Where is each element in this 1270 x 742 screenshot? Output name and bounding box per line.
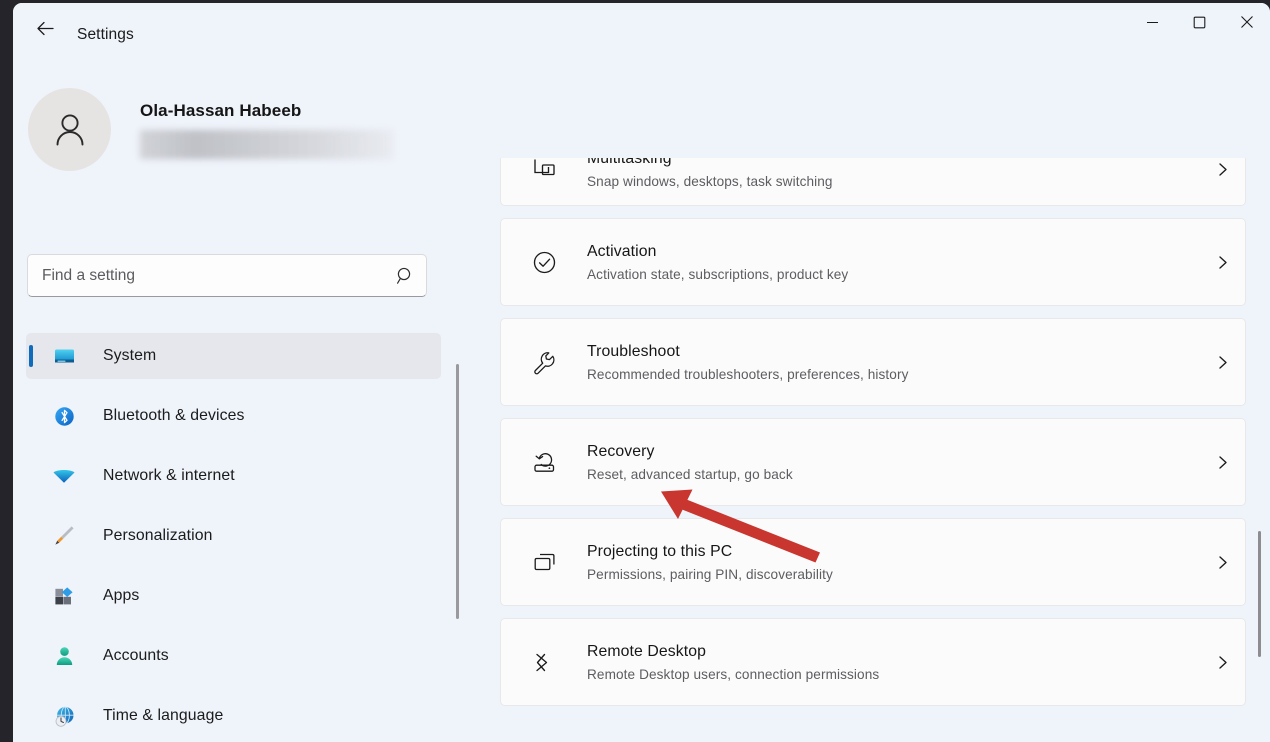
- recovery-icon: [529, 447, 559, 477]
- card-subtitle: Recommended troubleshooters, preferences…: [587, 366, 909, 382]
- back-arrow-icon: [36, 21, 54, 35]
- profile-section[interactable]: Ola-Hassan Habeeb: [28, 88, 448, 178]
- card-text: Troubleshoot Recommended troubleshooters…: [587, 341, 1199, 384]
- minimize-icon: [1147, 21, 1158, 23]
- paintbrush-icon: [49, 521, 79, 551]
- sidebar-item-bluetooth-devices[interactable]: Bluetooth & devices: [26, 393, 441, 439]
- sidebar-item-personalization[interactable]: Personalization: [26, 513, 441, 559]
- sidebar-item-label: Bluetooth & devices: [103, 407, 245, 424]
- system-monitor-icon: [49, 341, 79, 371]
- card-subtitle: Snap windows, desktops, task switching: [587, 173, 833, 189]
- card-title: Remote Desktop: [587, 642, 707, 660]
- sidebar-item-label: Network & internet: [103, 467, 235, 484]
- sidebar-item-label: Personalization: [103, 527, 213, 544]
- card-subtitle: Reset, advanced startup, go back: [587, 466, 793, 482]
- avatar: [28, 88, 111, 171]
- title-bar: Settings: [13, 3, 1270, 51]
- card-remote-desktop[interactable]: Remote Desktop Remote Desktop users, con…: [500, 618, 1246, 706]
- card-title: Multitasking: [587, 158, 672, 167]
- chevron-right-icon[interactable]: [1199, 219, 1245, 305]
- search-button[interactable]: [384, 255, 426, 296]
- search-input[interactable]: [28, 266, 384, 285]
- back-button[interactable]: [25, 13, 65, 43]
- card-title: Troubleshoot: [587, 342, 680, 360]
- chevron-right-icon[interactable]: [1199, 619, 1245, 705]
- desktop-background: Settings Ola-Hassan Habeeb Find a settin…: [0, 0, 1270, 742]
- bluetooth-icon: [49, 401, 79, 431]
- card-subtitle: Remote Desktop users, connection permiss…: [587, 666, 880, 682]
- profile-email-redacted: [140, 130, 393, 159]
- search-box[interactable]: [27, 254, 427, 297]
- sidebar-item-label: Time & language: [103, 707, 224, 724]
- maximize-button[interactable]: [1176, 3, 1223, 41]
- page-title: System: [500, 89, 620, 127]
- sidebar-item-apps[interactable]: Apps: [26, 573, 441, 619]
- card-title: Activation: [587, 242, 657, 260]
- window-controls: [1129, 3, 1270, 43]
- card-activation[interactable]: Activation Activation state, subscriptio…: [500, 218, 1246, 306]
- chevron-right-icon[interactable]: [1199, 158, 1245, 205]
- wrench-icon: [529, 347, 559, 377]
- card-multitasking[interactable]: Multitasking Snap windows, desktops, tas…: [500, 158, 1246, 206]
- card-troubleshoot[interactable]: Troubleshoot Recommended troubleshooters…: [500, 318, 1246, 406]
- chevron-right-icon[interactable]: [1199, 519, 1245, 605]
- sidebar-item-accounts[interactable]: Accounts: [26, 633, 441, 679]
- card-title: Recovery: [587, 442, 655, 460]
- main-scrollbar[interactable]: [1258, 531, 1261, 657]
- search-icon: [396, 267, 410, 284]
- card-text: Remote Desktop Remote Desktop users, con…: [587, 641, 1199, 684]
- card-subtitle: Permissions, pairing PIN, discoverabilit…: [587, 566, 833, 582]
- card-title: Projecting to this PC: [587, 542, 733, 560]
- main-content: System Multitasking Snap windows, deskto…: [475, 51, 1270, 742]
- card-projecting-to-this-pc[interactable]: Projecting to this PC Permissions, pairi…: [500, 518, 1246, 606]
- remote-desktop-icon: [529, 647, 559, 677]
- sidebar: Ola-Hassan Habeeb Find a setting System …: [13, 51, 475, 742]
- sidebar-scrollbar[interactable]: [456, 364, 459, 619]
- minimize-button[interactable]: [1129, 3, 1176, 41]
- card-text: Activation Activation state, subscriptio…: [587, 241, 1199, 284]
- app-title: Settings: [77, 26, 134, 43]
- multitasking-icon: [529, 158, 559, 184]
- sidebar-nav: System Bluetooth & devices Network & int…: [26, 333, 461, 742]
- chevron-right-icon[interactable]: [1199, 419, 1245, 505]
- card-recovery[interactable]: Recovery Reset, advanced startup, go bac…: [500, 418, 1246, 506]
- person-icon: [49, 641, 79, 671]
- globe-clock-icon: [49, 701, 79, 731]
- card-text: Projecting to this PC Permissions, pairi…: [587, 541, 1199, 584]
- activation-check-icon: [529, 247, 559, 277]
- profile-name: Ola-Hassan Habeeb: [140, 101, 302, 120]
- close-icon: [1240, 16, 1253, 28]
- card-text: Recovery Reset, advanced startup, go bac…: [587, 441, 1199, 484]
- sidebar-item-label: Accounts: [103, 647, 169, 664]
- chevron-right-icon[interactable]: [1199, 319, 1245, 405]
- settings-card-list: Multitasking Snap windows, desktops, tas…: [500, 158, 1248, 742]
- projecting-icon: [529, 547, 559, 577]
- sidebar-item-label: Apps: [103, 587, 140, 604]
- card-subtitle: Activation state, subscriptions, product…: [587, 266, 849, 282]
- person-avatar-icon: [56, 113, 83, 145]
- card-text: Multitasking Snap windows, desktops, tas…: [587, 158, 1199, 191]
- wifi-icon: [49, 461, 79, 491]
- settings-window: Settings Ola-Hassan Habeeb Find a settin…: [13, 3, 1270, 742]
- close-button[interactable]: [1223, 3, 1270, 41]
- maximize-icon: [1193, 16, 1206, 28]
- sidebar-item-label: System: [103, 347, 157, 364]
- sidebar-item-network-internet[interactable]: Network & internet: [26, 453, 441, 499]
- sidebar-item-time-language[interactable]: Time & language: [26, 693, 441, 739]
- selection-indicator: [29, 345, 33, 367]
- apps-blocks-icon: [49, 581, 79, 611]
- sidebar-item-system[interactable]: System: [26, 333, 441, 379]
